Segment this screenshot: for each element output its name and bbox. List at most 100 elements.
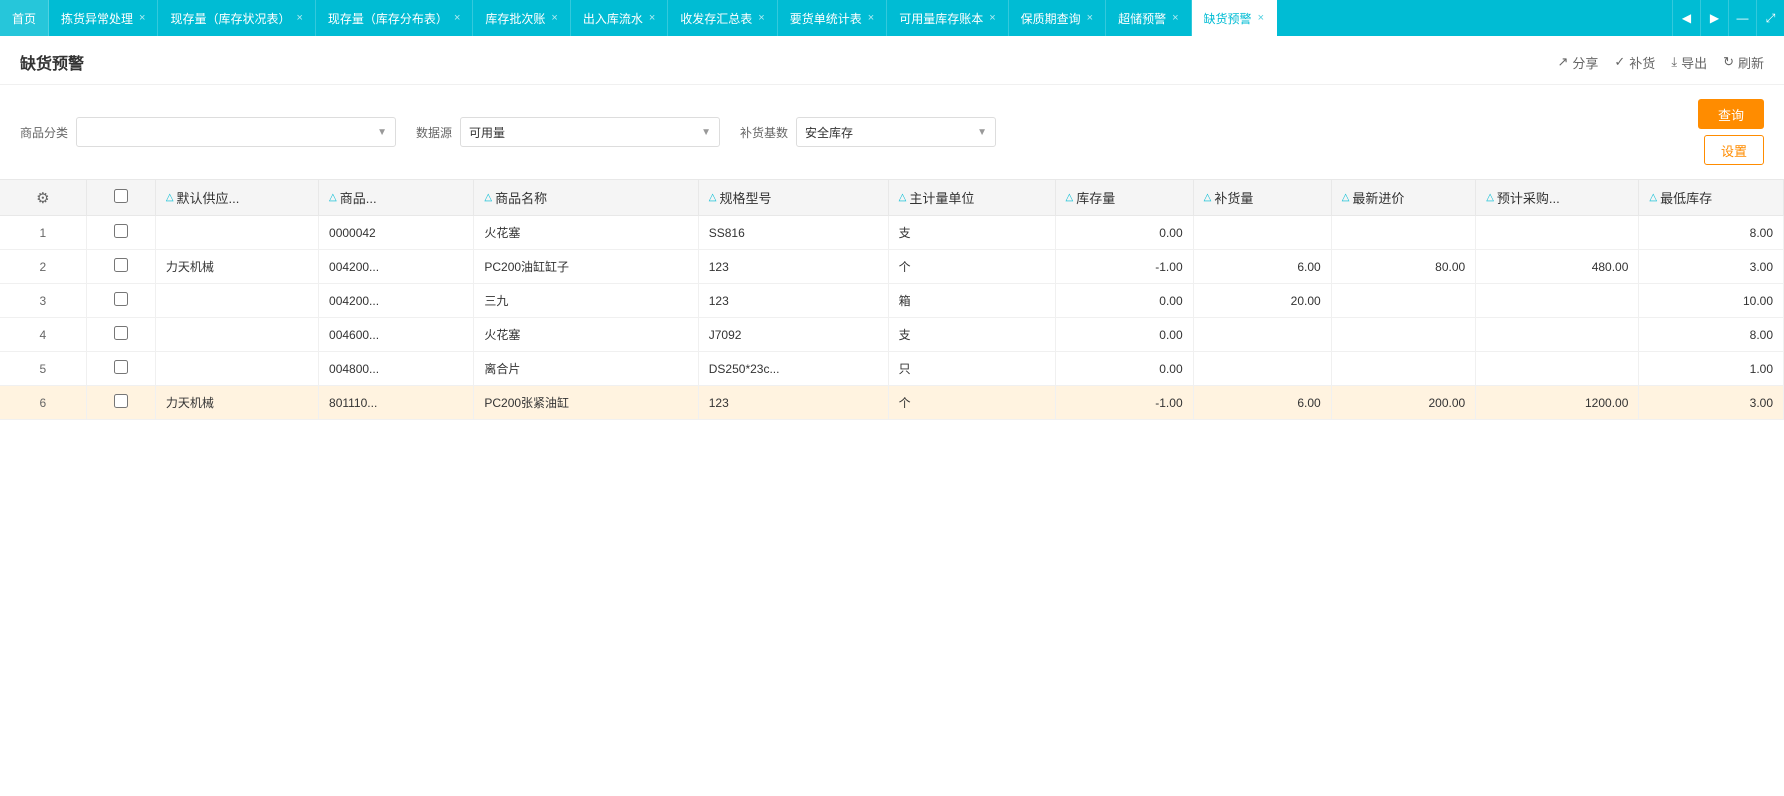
row-checkbox-2[interactable]	[114, 292, 128, 306]
nav-tab-close-10[interactable]: ×	[1172, 12, 1178, 24]
sort-icon-name: △	[484, 192, 492, 203]
refresh-button[interactable]: ↻ 刷新	[1723, 53, 1764, 72]
nav-tab-7[interactable]: 要货单统计表×	[778, 0, 887, 36]
cell-check-2	[86, 284, 155, 318]
cell-stock-4: 0.00	[1055, 352, 1193, 386]
nav-tab-0[interactable]: 首页	[0, 0, 49, 36]
nav-tab-close-9[interactable]: ×	[1087, 12, 1093, 24]
cell-idx-1: 2	[0, 250, 86, 284]
export-button[interactable]: ⤓ 导出	[1671, 53, 1707, 72]
cell-min-stock-5: 3.00	[1639, 386, 1784, 420]
th-name: △ 商品名称	[474, 180, 698, 216]
datasource-select[interactable]: 可用量 ▼	[460, 117, 720, 147]
cell-spec-3: J7092	[698, 318, 888, 352]
cell-stock-0: 0.00	[1055, 216, 1193, 250]
cell-latest-price-3	[1331, 318, 1476, 352]
cell-check-1	[86, 250, 155, 284]
nav-tab-1[interactable]: 拣货异常处理×	[49, 0, 158, 36]
cell-code-0: 0000042	[319, 216, 474, 250]
cell-replenish-5: 6.00	[1193, 386, 1331, 420]
cell-check-3	[86, 318, 155, 352]
export-icon: ⤓	[1671, 54, 1677, 70]
basis-select[interactable]: 安全库存 ▼	[796, 117, 996, 147]
nav-tab-11[interactable]: 缺货预警×	[1192, 0, 1277, 36]
cell-forecast-4	[1476, 352, 1639, 386]
cell-latest-price-1: 80.00	[1331, 250, 1476, 284]
basis-select-value: 安全库存	[805, 124, 853, 141]
cell-unit-0: 支	[888, 216, 1055, 250]
nav-tab-close-1[interactable]: ×	[139, 12, 145, 24]
basis-filter-group: 补货基数 安全库存 ▼	[740, 117, 996, 147]
nav-tab-close-11[interactable]: ×	[1258, 12, 1264, 24]
th-latest-price: △ 最新进价	[1331, 180, 1476, 216]
th-min-stock: △ 最低库存	[1639, 180, 1784, 216]
row-checkbox-3[interactable]	[114, 326, 128, 340]
nav-tab-6[interactable]: 收发存汇总表×	[668, 0, 777, 36]
nav-tab-close-4[interactable]: ×	[551, 12, 557, 24]
row-checkbox-5[interactable]	[114, 394, 128, 408]
sort-icon-forecast: △	[1486, 192, 1494, 203]
nav-tab-10[interactable]: 超储预警×	[1106, 0, 1191, 36]
refresh-icon: ↻	[1723, 54, 1734, 70]
category-dropdown-icon: ▼	[377, 127, 387, 138]
cell-stock-1: -1.00	[1055, 250, 1193, 284]
header-actions: ↗ 分享 ✓ 补货 ⤓ 导出 ↻ 刷新	[1557, 53, 1764, 72]
nav-tab-8[interactable]: 可用量库存账本×	[887, 0, 1008, 36]
nav-controls: ◀ ▶ — ⤢	[1672, 0, 1784, 36]
nav-tab-close-2[interactable]: ×	[296, 12, 302, 24]
select-all-checkbox[interactable]	[114, 189, 128, 203]
settings-button[interactable]: 设置	[1704, 135, 1764, 165]
cell-idx-5: 6	[0, 386, 86, 420]
replenish-icon: ✓	[1614, 54, 1625, 70]
nav-expand-button[interactable]: ⤢	[1756, 0, 1784, 36]
datasource-select-value: 可用量	[469, 124, 505, 141]
query-button[interactable]: 查询	[1698, 99, 1764, 129]
cell-latest-price-4	[1331, 352, 1476, 386]
nav-next-button[interactable]: ▶	[1700, 0, 1728, 36]
cell-latest-price-2	[1331, 284, 1476, 318]
datasource-label: 数据源	[416, 124, 452, 141]
nav-prev-button[interactable]: ◀	[1672, 0, 1700, 36]
category-select[interactable]: ▼	[76, 117, 396, 147]
category-label: 商品分类	[20, 124, 68, 141]
nav-tab-close-3[interactable]: ×	[454, 12, 460, 24]
th-settings[interactable]: ⚙	[0, 180, 86, 216]
cell-replenish-4	[1193, 352, 1331, 386]
nav-tab-5[interactable]: 出入库流水×	[571, 0, 668, 36]
share-button[interactable]: ↗ 分享	[1557, 53, 1598, 72]
th-stock: △ 库存量	[1055, 180, 1193, 216]
th-code: △ 商品...	[319, 180, 474, 216]
cell-name-2: 三九	[474, 284, 698, 318]
nav-tab-9[interactable]: 保质期查询×	[1009, 0, 1106, 36]
sort-icon-min-stock: △	[1649, 192, 1657, 203]
nav-tab-4[interactable]: 库存批次账×	[473, 0, 570, 36]
cell-latest-price-5: 200.00	[1331, 386, 1476, 420]
nav-tab-close-6[interactable]: ×	[758, 12, 764, 24]
cell-spec-4: DS250*23c...	[698, 352, 888, 386]
sort-icon-latest-price: △	[1342, 192, 1350, 203]
nav-tab-close-5[interactable]: ×	[649, 12, 655, 24]
table-row: 2 力天机械 004200... PC200油缸缸子 123 个 -1.00 6…	[0, 250, 1784, 284]
nav-tab-close-7[interactable]: ×	[868, 12, 874, 24]
datasource-filter-group: 数据源 可用量 ▼	[416, 117, 720, 147]
page-title: 缺货预警	[20, 50, 84, 74]
cell-latest-price-0	[1331, 216, 1476, 250]
cell-name-4: 离合片	[474, 352, 698, 386]
datasource-dropdown-icon: ▼	[701, 127, 711, 138]
row-checkbox-4[interactable]	[114, 360, 128, 374]
sort-icon-supplier: △	[166, 192, 174, 203]
th-checkbox	[86, 180, 155, 216]
nav-tab-close-8[interactable]: ×	[989, 12, 995, 24]
basis-dropdown-icon: ▼	[977, 127, 987, 138]
nav-tab-3[interactable]: 现存量（库存分布表）×	[316, 0, 473, 36]
th-supplier: △ 默认供应...	[155, 180, 318, 216]
gear-icon[interactable]: ⚙	[36, 190, 49, 207]
basis-label: 补货基数	[740, 124, 788, 141]
replenish-button[interactable]: ✓ 补货	[1614, 53, 1655, 72]
nav-minimize-button[interactable]: —	[1728, 0, 1756, 36]
cell-forecast-3	[1476, 318, 1639, 352]
cell-forecast-2	[1476, 284, 1639, 318]
row-checkbox-0[interactable]	[114, 224, 128, 238]
row-checkbox-1[interactable]	[114, 258, 128, 272]
nav-tab-2[interactable]: 现存量（库存状况表）×	[158, 0, 315, 36]
